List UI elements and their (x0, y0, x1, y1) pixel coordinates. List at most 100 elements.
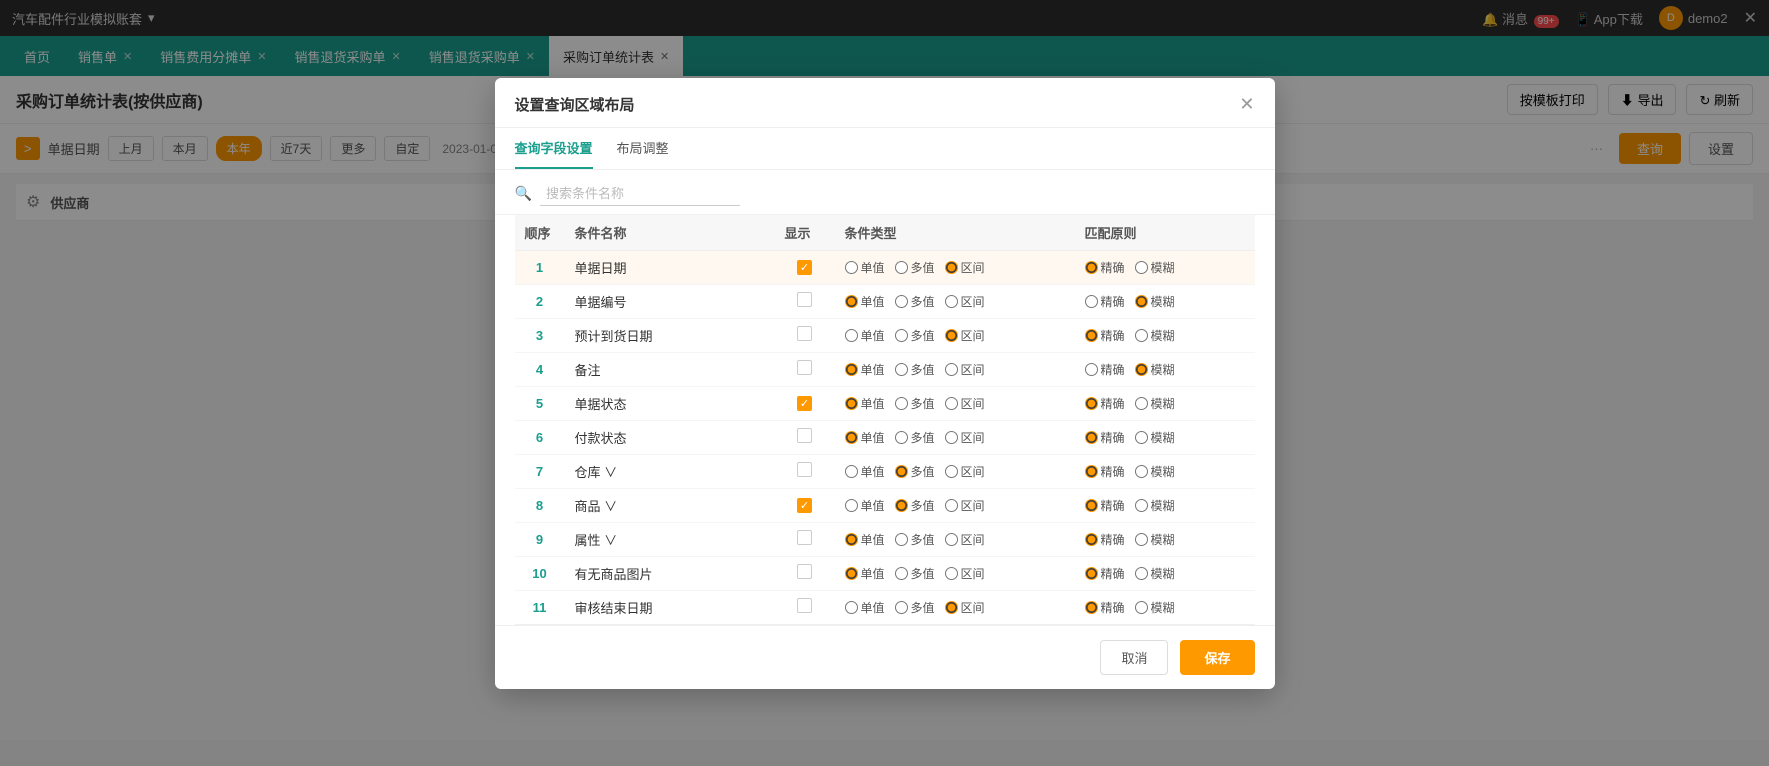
cell-show[interactable] (775, 454, 835, 488)
show-checkbox-unchecked[interactable] (797, 360, 812, 375)
type-radio-item[interactable]: 单值 (845, 259, 885, 276)
cell-order: 1 (515, 250, 565, 284)
match-radio-label: 精确 (1101, 293, 1125, 310)
dialog-close-button[interactable]: ✕ (1239, 94, 1254, 115)
type-radio-item[interactable]: 单值 (845, 463, 885, 480)
cell-show[interactable] (775, 556, 835, 590)
type-radio-item[interactable]: 单值 (845, 497, 885, 514)
cell-show[interactable] (775, 318, 835, 352)
match-radio-label: 精确 (1101, 395, 1125, 412)
type-radio-item[interactable]: 单值 (845, 395, 885, 412)
show-checkbox-unchecked[interactable] (797, 530, 812, 545)
match-radio-item[interactable]: 模糊 (1135, 497, 1175, 514)
type-radio-item[interactable]: 多值 (895, 361, 935, 378)
show-checkbox-unchecked[interactable] (797, 326, 812, 341)
dialog-table: 顺序 条件名称 显示 条件类型 匹配原则 1单据日期✓单值多值区间精确模糊2单据… (515, 215, 1255, 625)
cell-name: 仓库 ∨ (565, 454, 775, 488)
show-checkbox-unchecked[interactable] (797, 462, 812, 477)
type-radio-item[interactable]: 多值 (895, 497, 935, 514)
match-radio-label: 模糊 (1151, 327, 1175, 344)
type-radio-item[interactable]: 单值 (845, 327, 885, 344)
table-row: 2单据编号单值多值区间精确模糊 (515, 284, 1255, 318)
match-radio-item[interactable]: 精确 (1085, 395, 1125, 412)
table-row: 6付款状态单值多值区间精确模糊 (515, 420, 1255, 454)
type-radio-item[interactable]: 区间 (945, 259, 985, 276)
match-radio-item[interactable]: 精确 (1085, 429, 1125, 446)
match-radio-item[interactable]: 模糊 (1135, 599, 1175, 616)
cell-show[interactable]: ✓ (775, 250, 835, 284)
cell-show[interactable]: ✓ (775, 488, 835, 522)
cell-show[interactable] (775, 420, 835, 454)
match-radio-item[interactable]: 模糊 (1135, 463, 1175, 480)
show-checkbox-checked[interactable]: ✓ (797, 396, 812, 411)
match-radio-item[interactable]: 模糊 (1135, 259, 1175, 276)
cell-type: 单值多值区间 (835, 284, 1075, 318)
show-checkbox-unchecked[interactable] (797, 292, 812, 307)
type-radio-item[interactable]: 单值 (845, 531, 885, 548)
match-radio-item[interactable]: 精确 (1085, 497, 1125, 514)
match-radio-item[interactable]: 精确 (1085, 361, 1125, 378)
type-radio-item[interactable]: 区间 (945, 293, 985, 310)
type-radio-item[interactable]: 多值 (895, 599, 935, 616)
type-radio-item[interactable]: 多值 (895, 531, 935, 548)
match-radio-item[interactable]: 精确 (1085, 565, 1125, 582)
type-radio-item[interactable]: 多值 (895, 565, 935, 582)
match-radio-item[interactable]: 模糊 (1135, 293, 1175, 310)
type-radio-item[interactable]: 单值 (845, 293, 885, 310)
show-checkbox-unchecked[interactable] (797, 564, 812, 579)
cell-type: 单值多值区间 (835, 488, 1075, 522)
type-radio-item[interactable]: 区间 (945, 327, 985, 344)
show-checkbox-checked[interactable]: ✓ (797, 260, 812, 275)
type-radio-item[interactable]: 区间 (945, 531, 985, 548)
type-radio-item[interactable]: 多值 (895, 463, 935, 480)
type-radio-item[interactable]: 单值 (845, 361, 885, 378)
match-radio-item[interactable]: 精确 (1085, 259, 1125, 276)
match-radio-item[interactable]: 精确 (1085, 531, 1125, 548)
type-radio-item[interactable]: 多值 (895, 395, 935, 412)
match-radio-item[interactable]: 精确 (1085, 463, 1125, 480)
show-checkbox-unchecked[interactable] (797, 428, 812, 443)
type-radio-item[interactable]: 区间 (945, 497, 985, 514)
cell-order: 8 (515, 488, 565, 522)
cell-show[interactable] (775, 590, 835, 624)
type-radio-item[interactable]: 多值 (895, 259, 935, 276)
match-radio-item[interactable]: 精确 (1085, 327, 1125, 344)
match-radio-item[interactable]: 模糊 (1135, 327, 1175, 344)
type-radio-label: 多值 (911, 259, 935, 276)
cell-show[interactable] (775, 284, 835, 318)
type-radio-item[interactable]: 区间 (945, 599, 985, 616)
type-radio-item[interactable]: 多值 (895, 429, 935, 446)
cell-show[interactable] (775, 522, 835, 556)
type-radio-item[interactable]: 区间 (945, 395, 985, 412)
type-radio-item[interactable]: 区间 (945, 565, 985, 582)
type-radio-item[interactable]: 多值 (895, 327, 935, 344)
match-radio-item[interactable]: 模糊 (1135, 531, 1175, 548)
match-radio-item[interactable]: 模糊 (1135, 565, 1175, 582)
show-checkbox-checked[interactable]: ✓ (797, 498, 812, 513)
dialog: 设置查询区域布局 ✕ 查询字段设置 布局调整 🔍 顺序 条件名称 (495, 78, 1275, 689)
type-radio-item[interactable]: 单值 (845, 565, 885, 582)
dialog-tab-layout[interactable]: 布局调整 (617, 138, 669, 169)
cell-order: 10 (515, 556, 565, 590)
cell-show[interactable]: ✓ (775, 386, 835, 420)
type-radio-item[interactable]: 单值 (845, 599, 885, 616)
match-radio-item[interactable]: 模糊 (1135, 395, 1175, 412)
dialog-tab-fields[interactable]: 查询字段设置 (515, 138, 593, 169)
match-radio-item[interactable]: 模糊 (1135, 429, 1175, 446)
save-button[interactable]: 保存 (1180, 640, 1254, 675)
type-radio-item[interactable]: 多值 (895, 293, 935, 310)
match-radio-item[interactable]: 模糊 (1135, 361, 1175, 378)
dialog-tabs: 查询字段设置 布局调整 (495, 128, 1275, 170)
type-radio-item[interactable]: 区间 (945, 463, 985, 480)
search-input[interactable] (540, 182, 740, 206)
type-radio-item[interactable]: 区间 (945, 361, 985, 378)
cancel-button[interactable]: 取消 (1100, 640, 1168, 675)
type-radio-label: 多值 (911, 599, 935, 616)
cell-show[interactable] (775, 352, 835, 386)
match-radio-item[interactable]: 精确 (1085, 293, 1125, 310)
show-checkbox-unchecked[interactable] (797, 598, 812, 613)
type-radio-item[interactable]: 区间 (945, 429, 985, 446)
match-radio-item[interactable]: 精确 (1085, 599, 1125, 616)
type-radio-label: 区间 (961, 327, 985, 344)
type-radio-item[interactable]: 单值 (845, 429, 885, 446)
